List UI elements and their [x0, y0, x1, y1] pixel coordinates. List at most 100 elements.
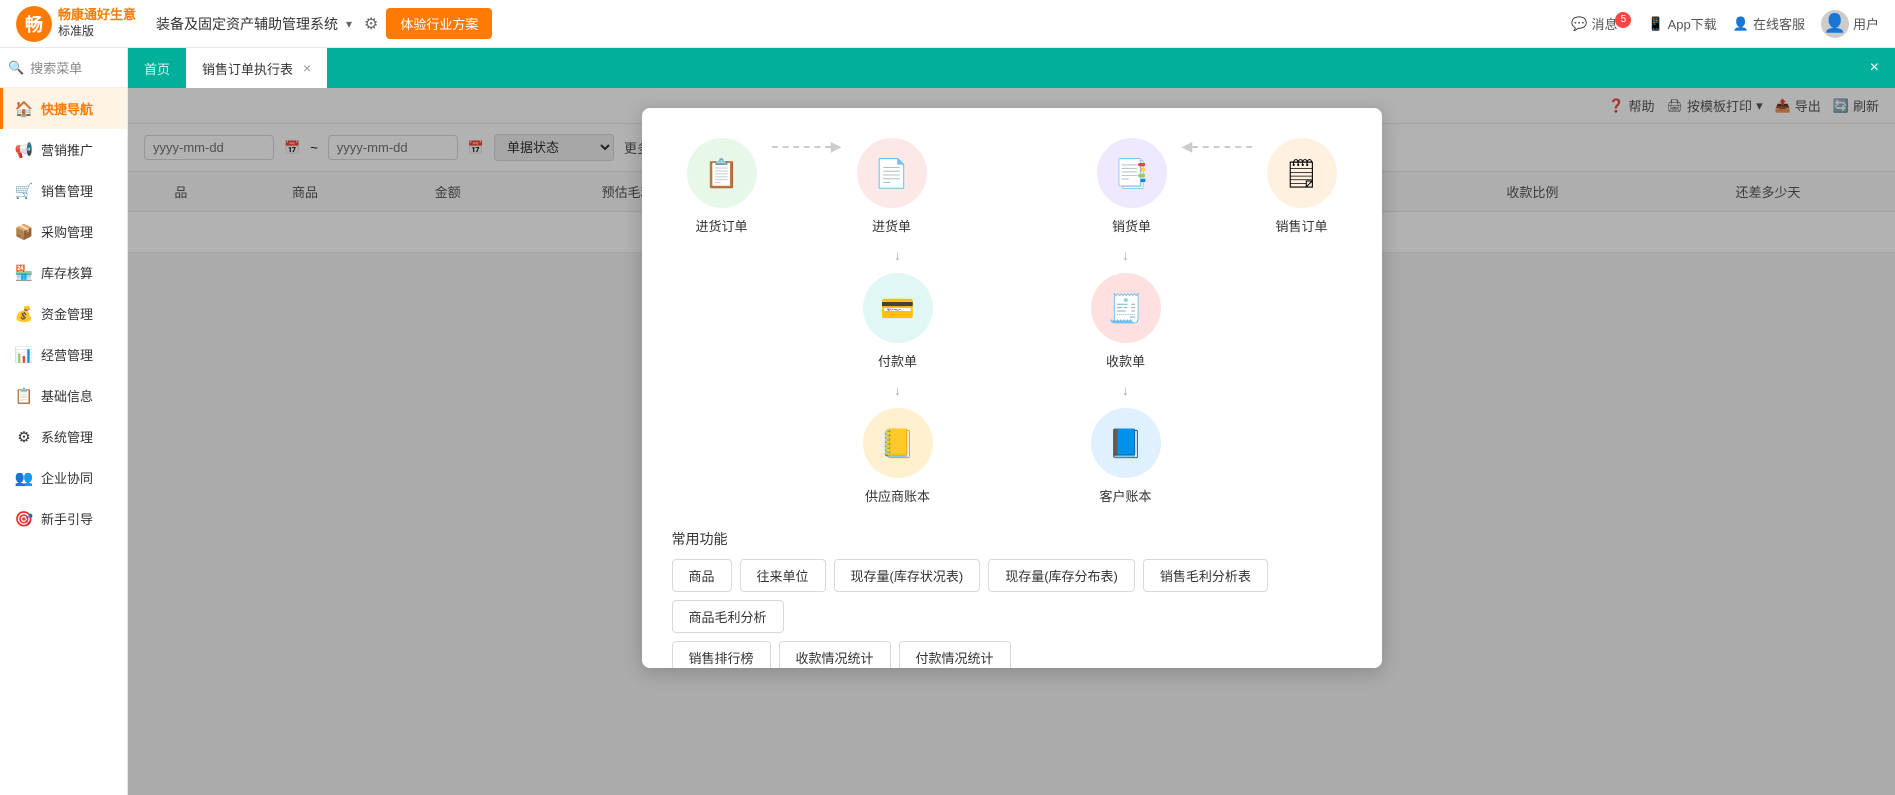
flow-node-supplier-ledger[interactable]: ↓ 📒 供应商账本 — [848, 380, 948, 505]
sidebar-item-label-purchase: 采购管理 — [41, 222, 93, 241]
flow-node-sales-bill[interactable]: 📑 销货单 — [1082, 138, 1182, 235]
func-btn-stock-status[interactable]: 现存量(库存状况表) — [834, 559, 981, 592]
func-btn-stock-dist[interactable]: 现存量(库存分布表) — [988, 559, 1135, 592]
system-title-wrap: 装备及固定资产辅助管理系统 ▾ ⚙ — [156, 14, 378, 34]
func-btn-partner[interactable]: 往来单位 — [740, 559, 826, 592]
supplier-ledger-label: 供应商账本 — [865, 486, 930, 505]
page-content: ❓ 帮助 🖨 按模板打印 ▾ 📤 导出 🔄 刷新 — [128, 88, 1895, 795]
tab-bar-close-button[interactable]: × — [1854, 59, 1895, 77]
sidebar-item-label-system: 系统管理 — [41, 427, 93, 446]
finance-icon: 💰 — [15, 305, 33, 323]
func-btn-product-gross[interactable]: 商品毛利分析 — [672, 600, 784, 633]
user-button[interactable]: 👤 用户 — [1821, 10, 1879, 38]
sidebar-search[interactable]: 🔍 搜索菜单 — [0, 48, 127, 88]
modal: 📋 进货订单 ▶ — [642, 108, 1382, 668]
logo-icon: 畅 — [16, 6, 52, 42]
top-bar: 畅 畅康通好生意 标准版 装备及固定资产辅助管理系统 ▾ ⚙ 体验行业方案 💬 … — [0, 0, 1895, 48]
customer-ledger-icon: 📘 — [1091, 408, 1161, 478]
operations-icon: 📊 — [15, 346, 33, 364]
tab-bar: 首页 销售订单执行表 × × — [128, 48, 1895, 88]
tab-home-label: 首页 — [144, 59, 170, 78]
sidebar-item-label-inventory: 库存核算 — [41, 263, 93, 282]
tab-home[interactable]: 首页 — [128, 48, 186, 88]
marketing-icon: 📢 — [15, 141, 33, 159]
modal-scroll: 📋 进货订单 ▶ — [642, 108, 1382, 668]
purchase-icon: 📦 — [15, 223, 33, 241]
online-service-label: 在线客服 — [1753, 14, 1805, 33]
trial-button[interactable]: 体验行业方案 — [386, 8, 492, 39]
sidebar-item-finance[interactable]: 💰 资金管理 — [0, 293, 127, 334]
payment-bill-label: 付款单 — [878, 351, 917, 370]
down-arrow-payment: ↓ — [894, 247, 901, 263]
online-service-icon: 👤 — [1733, 16, 1749, 32]
newbie-icon: 🎯 — [15, 510, 33, 528]
flow-node-payment-bill[interactable]: ↓ 💳 付款单 — [848, 245, 948, 370]
sales-bill-label: 销货单 — [1112, 216, 1151, 235]
sidebar-item-purchase[interactable]: 📦 采购管理 — [0, 211, 127, 252]
logo-text: 畅康通好生意 标准版 — [58, 7, 136, 39]
sidebar-item-newbie[interactable]: 🎯 新手引导 — [0, 498, 127, 539]
message-label: 消息 — [1591, 14, 1617, 33]
system-icon: ⚙ — [15, 428, 33, 446]
user-label: 用户 — [1853, 14, 1879, 33]
func-btn-sales-rank[interactable]: 销售排行榜 — [672, 641, 771, 668]
app-download-button[interactable]: 📱 App下载 — [1647, 14, 1716, 33]
sidebar-item-label-collab: 企业协同 — [41, 468, 93, 487]
sidebar-item-label-finance: 资金管理 — [41, 304, 93, 323]
system-dropdown-button[interactable]: ▾ — [346, 17, 352, 31]
quick-nav-icon: 🏠 — [15, 100, 33, 118]
purchase-order-label: 进货订单 — [695, 216, 747, 235]
sidebar-item-label-sales: 销售管理 — [41, 181, 93, 200]
func-btn-payment-stats[interactable]: 付款情况统计 — [899, 641, 1011, 668]
sidebar-item-quick-nav[interactable]: 🏠 快捷导航 — [0, 88, 127, 129]
func-btn-product[interactable]: 商品 — [672, 559, 732, 592]
flow-node-purchase-bill[interactable]: 📄 进货单 — [842, 138, 942, 235]
logo-line2: 标准版 — [58, 24, 136, 40]
flow-section: 📋 进货订单 ▶ — [672, 138, 1352, 505]
message-button[interactable]: 💬 消息 5 — [1571, 14, 1631, 33]
sidebar-item-sales[interactable]: 🛒 销售管理 — [0, 170, 127, 211]
sidebar-item-system[interactable]: ⚙ 系统管理 — [0, 416, 127, 457]
supplier-ledger-icon: 📒 — [863, 408, 933, 478]
sales-order-icon: 🗒 — [1267, 138, 1337, 208]
message-icon: 💬 — [1571, 16, 1587, 32]
down-arrow-supplier: ↓ — [894, 382, 901, 398]
search-icon: 🔍 — [8, 60, 24, 76]
sidebar-item-marketing[interactable]: 📢 营销推广 — [0, 129, 127, 170]
receipt-bill-label: 收款单 — [1106, 351, 1145, 370]
tab-close-button[interactable]: × — [303, 60, 311, 76]
app-container: 畅 畅康通好生意 标准版 装备及固定资产辅助管理系统 ▾ ⚙ 体验行业方案 💬 … — [0, 0, 1895, 795]
online-service-button[interactable]: 👤 在线客服 — [1733, 14, 1805, 33]
func-btn-sales-gross[interactable]: 销售毛利分析表 — [1143, 559, 1268, 592]
purchase-bill-label: 进货单 — [872, 216, 911, 235]
purchase-bill-icon: 📄 — [857, 138, 927, 208]
settings-button[interactable]: ⚙ — [364, 14, 378, 34]
sidebar-item-collab[interactable]: 👥 企业协同 — [0, 457, 127, 498]
tab-sales-order-exec[interactable]: 销售订单执行表 × — [186, 48, 327, 88]
modal-overlay[interactable]: 📋 进货订单 ▶ — [128, 88, 1895, 795]
tab-sales-order-exec-label: 销售订单执行表 — [202, 59, 293, 78]
sidebar-item-label-quick-nav: 快捷导航 — [41, 99, 93, 118]
message-badge: 5 — [1615, 12, 1631, 28]
sidebar-search-inner[interactable]: 🔍 搜索菜单 — [8, 58, 119, 77]
flow-node-receipt-bill[interactable]: ↓ 🧾 收款单 — [1076, 245, 1176, 370]
func-btn-receipt-stats[interactable]: 收款情况统计 — [779, 641, 891, 668]
sidebar-item-inventory[interactable]: 🏪 库存核算 — [0, 252, 127, 293]
sidebar-search-label: 搜索菜单 — [30, 58, 82, 77]
main-area: 🔍 搜索菜单 🏠 快捷导航 📢 营销推广 🛒 销售管理 📦 — [0, 48, 1895, 795]
sidebar-item-basic-info[interactable]: 📋 基础信息 — [0, 375, 127, 416]
arrow-purchase-to-bill: ▶ — [772, 138, 842, 155]
sidebar: 🔍 搜索菜单 🏠 快捷导航 📢 营销推广 🛒 销售管理 📦 — [0, 48, 128, 795]
payment-bill-icon: 💳 — [863, 273, 933, 343]
flow-node-customer-ledger[interactable]: ↓ 📘 客户账本 — [1076, 380, 1176, 505]
down-arrow-customer: ↓ — [1122, 382, 1129, 398]
logo-line1: 畅康通好生意 — [58, 7, 136, 24]
common-func-title: 常用功能 — [672, 529, 1352, 549]
inventory-icon: 🏪 — [15, 264, 33, 282]
flow-node-sales-order[interactable]: 🗒 销售订单 — [1252, 138, 1352, 235]
flow-node-purchase-order[interactable]: 📋 进货订单 — [672, 138, 772, 235]
sidebar-nav: 🏠 快捷导航 📢 营销推广 🛒 销售管理 📦 采购管理 🏪 库存核 — [0, 88, 127, 795]
sidebar-item-operations[interactable]: 📊 经营管理 — [0, 334, 127, 375]
down-arrow-receipt: ↓ — [1122, 247, 1129, 263]
system-title: 装备及固定资产辅助管理系统 — [156, 14, 338, 34]
